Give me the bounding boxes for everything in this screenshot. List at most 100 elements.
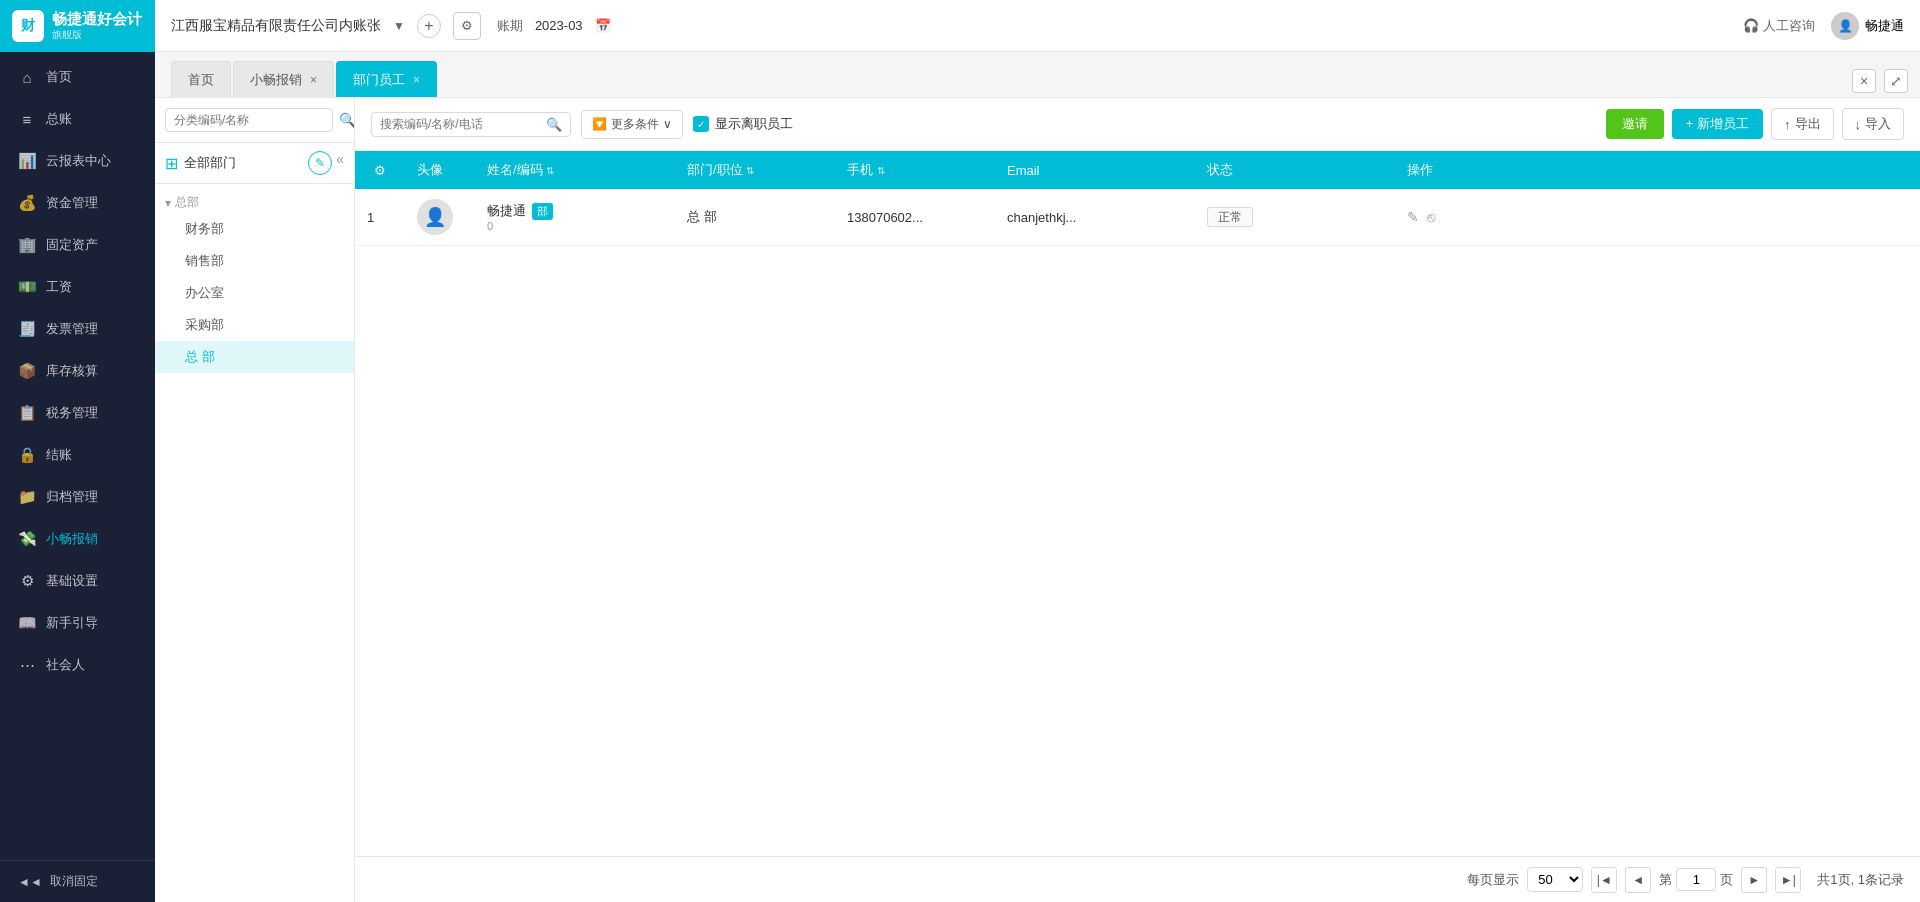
dept-item-purchase[interactable]: 采购部	[155, 309, 354, 341]
logout-employee-button[interactable]: ⎋	[1427, 209, 1435, 225]
sidebar-item-archive[interactable]: 📁 归档管理	[0, 476, 155, 518]
tab-expense-label: 小畅报销	[250, 71, 302, 89]
dept-actions: ✎ «	[308, 151, 344, 175]
import-button[interactable]: ↓ 导入	[1842, 108, 1905, 140]
tab-employees-close[interactable]: ×	[413, 73, 420, 87]
all-dept-text: 全部部门	[184, 154, 236, 172]
sidebar-item-tax[interactable]: 📋 税务管理	[0, 392, 155, 434]
export-button[interactable]: ↑ 导出	[1771, 108, 1834, 140]
row-status: 正常	[1195, 189, 1395, 246]
avatar: 👤	[1831, 12, 1859, 40]
home-icon: ⌂	[18, 69, 36, 86]
col-settings[interactable]: ⚙	[355, 151, 405, 189]
row-dept: 总 部	[675, 189, 835, 246]
avatar: 👤	[417, 199, 453, 235]
sidebar-item-funds[interactable]: 💰 资金管理	[0, 182, 155, 224]
col-avatar: 头像	[405, 151, 475, 189]
calendar-icon[interactable]: 📅	[595, 18, 611, 33]
dept-item-office[interactable]: 办公室	[155, 277, 354, 309]
dept-search-icon[interactable]: 🔍	[339, 112, 355, 128]
dept-tree: ▾ 总部 财务部 销售部 办公室 采购部 总 部	[155, 184, 354, 902]
sidebar-item-home[interactable]: ⌂ 首页	[0, 56, 155, 98]
row-phone: 138070602...	[835, 189, 995, 246]
page-input-wrap: 第 页	[1659, 868, 1733, 891]
show-resigned-label: 显示离职员工	[715, 115, 793, 133]
first-page-button[interactable]: |◄	[1591, 867, 1617, 893]
company-dropdown-icon[interactable]: ▼	[393, 19, 405, 33]
dept-item-general[interactable]: 总 部	[155, 341, 354, 373]
export-label: 导出	[1795, 115, 1821, 133]
sidebar-item-guide[interactable]: 📖 新手引导	[0, 602, 155, 644]
employee-search-input[interactable]	[380, 117, 542, 131]
user-area[interactable]: 👤 畅捷通	[1831, 12, 1904, 40]
col-status: 状态	[1195, 151, 1395, 189]
col-dept[interactable]: 部门/职位 ⇅	[675, 151, 835, 189]
tab-expense-close[interactable]: ×	[310, 73, 317, 87]
collapse-dept-button[interactable]: «	[336, 151, 344, 175]
more-icon: ⋯	[18, 656, 36, 674]
sidebar-item-more[interactable]: ⋯ 社会人	[0, 644, 155, 686]
col-name[interactable]: 姓名/编码 ⇅	[475, 151, 675, 189]
more-filter-button[interactable]: 🔽 更多条件 ∨	[581, 110, 683, 139]
dept-search-input[interactable]	[165, 108, 333, 132]
closing-icon: 🔒	[18, 446, 36, 464]
logo-icon: 财	[12, 10, 44, 42]
tab-home[interactable]: 首页	[171, 61, 231, 97]
assets-icon: 🏢	[18, 236, 36, 254]
toolbar-right: 邀请 + 新增员工 ↑ 导出 ↓ 导入	[1606, 108, 1904, 140]
unpin-button[interactable]: ◄◄ 取消固定	[0, 860, 155, 902]
sidebar-item-salary[interactable]: 💵 工资	[0, 266, 155, 308]
row-email: chanjethkj...	[995, 189, 1195, 246]
group-label: 总部	[175, 194, 199, 211]
sidebar-item-label: 固定资产	[46, 236, 98, 254]
sidebar-item-ledger[interactable]: ≡ 总账	[0, 98, 155, 140]
tab-expense[interactable]: 小畅报销 ×	[233, 61, 334, 97]
per-page-select[interactable]: 50 10 20 100	[1527, 867, 1583, 892]
close-tab-button[interactable]: ×	[1852, 69, 1876, 93]
show-resigned-toggle[interactable]: ✓ 显示离职员工	[693, 115, 793, 133]
status-badge: 正常	[1207, 207, 1253, 227]
settings-button[interactable]: ⚙	[453, 12, 481, 40]
tab-home-label: 首页	[188, 71, 214, 89]
add-company-button[interactable]: +	[417, 14, 441, 38]
sidebar-item-label: 小畅报销	[46, 530, 98, 548]
edit-employee-button[interactable]: ✎	[1407, 209, 1419, 225]
action-btns: ✎ ⎋	[1407, 209, 1908, 225]
sidebar-item-inventory[interactable]: 📦 库存核算	[0, 350, 155, 392]
sidebar-item-assets[interactable]: 🏢 固定资产	[0, 224, 155, 266]
reports-icon: 📊	[18, 152, 36, 170]
period-value: 2023-03	[535, 18, 583, 33]
prev-page-button[interactable]: ◄	[1625, 867, 1651, 893]
sidebar-item-label: 结账	[46, 446, 72, 464]
tab-controls: × ⤢	[1852, 69, 1920, 97]
service-button[interactable]: 🎧 人工咨询	[1743, 17, 1815, 35]
sidebar-item-reports[interactable]: 📊 云报表中心	[0, 140, 155, 182]
sidebar-item-label: 总账	[46, 110, 72, 128]
invite-button[interactable]: 邀请	[1606, 109, 1664, 139]
page-label: 第	[1659, 871, 1672, 889]
sidebar-item-closing[interactable]: 🔒 结账	[0, 434, 155, 476]
sidebar-item-settings[interactable]: ⚙ 基础设置	[0, 560, 155, 602]
sidebar-item-expense[interactable]: 💸 小畅报销	[0, 518, 155, 560]
archive-icon: 📁	[18, 488, 36, 506]
total-info: 共1页, 1条记录	[1817, 871, 1904, 889]
page-suffix: 页	[1720, 871, 1733, 889]
sidebar-item-invoice[interactable]: 🧾 发票管理	[0, 308, 155, 350]
checkbox-icon: ✓	[693, 116, 709, 132]
next-page-button[interactable]: ►	[1741, 867, 1767, 893]
search-icon[interactable]: 🔍	[546, 117, 562, 132]
col-phone[interactable]: 手机 ⇅	[835, 151, 995, 189]
sidebar-item-label: 发票管理	[46, 320, 98, 338]
app-logo: 财 畅捷通好会计 旗舰版	[0, 0, 155, 52]
edit-dept-button[interactable]: ✎	[308, 151, 332, 175]
add-employee-button[interactable]: + 新增员工	[1672, 109, 1763, 139]
import-label: 导入	[1865, 115, 1891, 133]
last-page-button[interactable]: ►|	[1775, 867, 1801, 893]
sidebar-item-label: 归档管理	[46, 488, 98, 506]
dept-item-sales[interactable]: 销售部	[155, 245, 354, 277]
page-input[interactable]	[1676, 868, 1716, 891]
expand-tab-button[interactable]: ⤢	[1884, 69, 1908, 93]
sidebar-item-label: 云报表中心	[46, 152, 111, 170]
tab-employees[interactable]: 部门员工 ×	[336, 61, 437, 97]
dept-item-finance[interactable]: 财务部	[155, 213, 354, 245]
